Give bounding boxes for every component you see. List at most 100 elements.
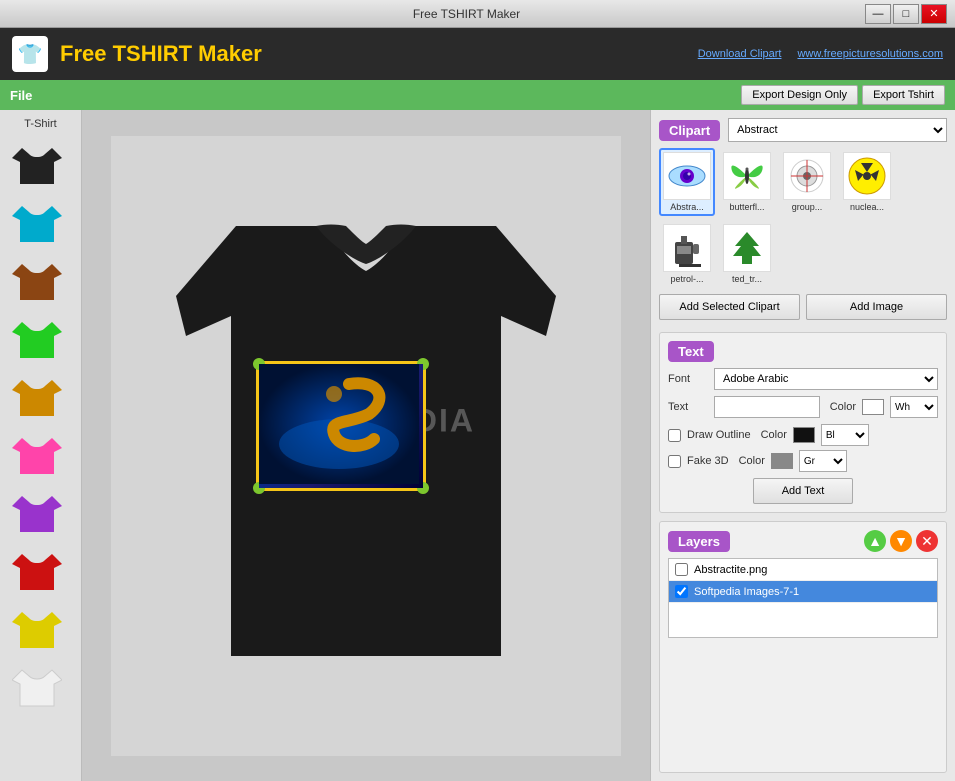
fake3d-color-label: Color: [739, 455, 765, 467]
export-design-button[interactable]: Export Design Only: [741, 85, 858, 105]
text-input[interactable]: [714, 396, 820, 418]
clipart-abstract-icon: [663, 152, 711, 200]
draw-outline-checkbox[interactable]: [668, 429, 681, 442]
layer-item-0[interactable]: Abstractite.png: [669, 559, 937, 581]
tshirt-orange[interactable]: [6, 372, 68, 424]
clipart-group-icon: [783, 152, 831, 200]
clipart-petrol-icon: [663, 224, 711, 272]
clipart-section: Clipart Abstract Animals Sports Nature: [659, 118, 947, 324]
fake3d-color-dropdown[interactable]: Gr Wh Bl: [799, 450, 847, 472]
window-controls: — □ ✕: [865, 4, 947, 24]
app-title-tshirt: TSHIRT: [113, 41, 192, 66]
app-title-maker: Maker: [192, 41, 262, 66]
download-clipart-link[interactable]: Download Clipart: [698, 48, 782, 60]
app-logo: 👕: [12, 36, 48, 72]
app-title-free: Free: [60, 41, 113, 66]
main-content: T-Shirt: [0, 110, 955, 781]
app-header: 👕 Free TSHIRT Maker Download Clipart www…: [0, 28, 955, 80]
fake-3d-checkbox[interactable]: [668, 455, 681, 468]
tshirt-white[interactable]: [6, 662, 68, 714]
tshirt-brown[interactable]: [6, 256, 68, 308]
header-links: Download Clipart www.freepicturesolution…: [698, 48, 943, 60]
draw-outline-row: Draw Outline Color Bl Wh: [668, 424, 938, 446]
text-color-dropdown[interactable]: Wh Bl Re: [890, 396, 938, 418]
window-title: Free TSHIRT Maker: [68, 7, 865, 21]
font-label: Font: [668, 373, 708, 385]
layers-controls: ▲ ▼ ✕: [864, 530, 938, 552]
text-input-row: Text Color Wh Bl Re: [668, 396, 938, 418]
layer-delete-button[interactable]: ✕: [916, 530, 938, 552]
layer-1-checkbox[interactable]: [675, 585, 688, 598]
layer-0-checkbox[interactable]: [675, 563, 688, 576]
clipart-tree-label: ted_tr...: [732, 274, 762, 284]
clipart-butterfly-icon: [723, 152, 771, 200]
tshirt-cyan[interactable]: [6, 198, 68, 250]
layer-1-name: Softpedia Images-7-1: [694, 586, 799, 598]
clipart-tree-icon: [723, 224, 771, 272]
add-selected-clipart-button[interactable]: Add Selected Clipart: [659, 294, 800, 320]
layers-section: Layers ▲ ▼ ✕ Abstractite.png Softpedia I…: [659, 521, 947, 773]
layer-down-button[interactable]: ▼: [890, 530, 912, 552]
export-tshirt-button[interactable]: Export Tshirt: [862, 85, 945, 105]
clipart-item-abstract[interactable]: Abstra...: [659, 148, 715, 216]
fake-3d-label: Fake 3D: [687, 455, 729, 467]
tshirt-purple[interactable]: [6, 488, 68, 540]
font-dropdown[interactable]: Adobe Arabic Arial Times New Roman: [714, 368, 938, 390]
tshirt-yellow[interactable]: [6, 604, 68, 656]
clipart-action-buttons: Add Selected Clipart Add Image: [659, 294, 947, 320]
design-overlay[interactable]: [256, 361, 426, 491]
tshirt-pink[interactable]: [6, 430, 68, 482]
layer-item-1[interactable]: Softpedia Images-7-1: [669, 581, 937, 603]
clipart-petrol-label: petrol-...: [670, 274, 703, 284]
tshirt-color-sidebar: T-Shirt: [0, 110, 82, 781]
font-row: Font Adobe Arabic Arial Times New Roman: [668, 368, 938, 390]
text-section: Text Font Adobe Arabic Arial Times New R…: [659, 332, 947, 513]
text-color-swatch: [862, 399, 884, 415]
file-menu[interactable]: File: [10, 88, 32, 103]
draw-outline-label: Draw Outline: [687, 429, 751, 441]
close-button[interactable]: ✕: [921, 4, 947, 24]
outline-color-dropdown[interactable]: Bl Wh: [821, 424, 869, 446]
clipart-item-nuclear[interactable]: nuclea...: [839, 148, 895, 216]
clipart-category-dropdown[interactable]: Abstract Animals Sports Nature: [728, 118, 947, 142]
tshirt-canvas[interactable]: SOFTPEDIA: [156, 196, 576, 696]
text-label: Text: [668, 401, 708, 413]
outline-color-swatch: [793, 427, 815, 443]
layers-section-title: Layers: [668, 531, 730, 552]
canvas-area: SOFTPEDIA: [82, 110, 650, 781]
title-bar: Free TSHIRT Maker — □ ✕: [0, 0, 955, 28]
clipart-item-tree[interactable]: ted_tr...: [719, 220, 775, 288]
clipart-butterfly-label: butterfl...: [729, 202, 764, 212]
clipart-nuclear-label: nuclea...: [850, 202, 884, 212]
add-text-button[interactable]: Add Text: [753, 478, 853, 504]
outline-color-label: Color: [761, 429, 787, 441]
text-section-header: Text: [668, 341, 938, 362]
canvas-background: SOFTPEDIA: [111, 136, 621, 756]
clipart-item-butterfly[interactable]: butterfl...: [719, 148, 775, 216]
fake-3d-row: Fake 3D Color Gr Wh Bl: [668, 450, 938, 472]
tshirt-black[interactable]: [6, 140, 68, 192]
layers-section-header: Layers ▲ ▼ ✕: [668, 530, 938, 552]
clipart-nuclear-icon: [843, 152, 891, 200]
clipart-group-label: group...: [792, 202, 823, 212]
right-panel: Clipart Abstract Animals Sports Nature: [650, 110, 955, 781]
tshirt-red[interactable]: [6, 546, 68, 598]
minimize-button[interactable]: —: [865, 4, 891, 24]
layer-0-name: Abstractite.png: [694, 564, 767, 576]
clipart-section-title: Clipart: [659, 120, 720, 141]
clipart-abstract-label: Abstra...: [670, 202, 704, 212]
website-link[interactable]: www.freepicturesolutions.com: [797, 48, 943, 60]
clipart-item-group[interactable]: group...: [779, 148, 835, 216]
design-image: [259, 364, 423, 488]
tshirt-emoji-icon: 👕: [18, 42, 43, 67]
clipart-item-petrol[interactable]: petrol-...: [659, 220, 715, 288]
layers-list: Abstractite.png Softpedia Images-7-1: [668, 558, 938, 638]
text-section-title: Text: [668, 341, 714, 362]
menu-buttons: Export Design Only Export Tshirt: [741, 85, 945, 105]
add-image-button[interactable]: Add Image: [806, 294, 947, 320]
tshirt-green[interactable]: [6, 314, 68, 366]
clipart-section-header: Clipart Abstract Animals Sports Nature: [659, 118, 947, 142]
layer-up-button[interactable]: ▲: [864, 530, 886, 552]
clipart-grid: Abstra... butterfl...: [659, 148, 947, 288]
maximize-button[interactable]: □: [893, 4, 919, 24]
